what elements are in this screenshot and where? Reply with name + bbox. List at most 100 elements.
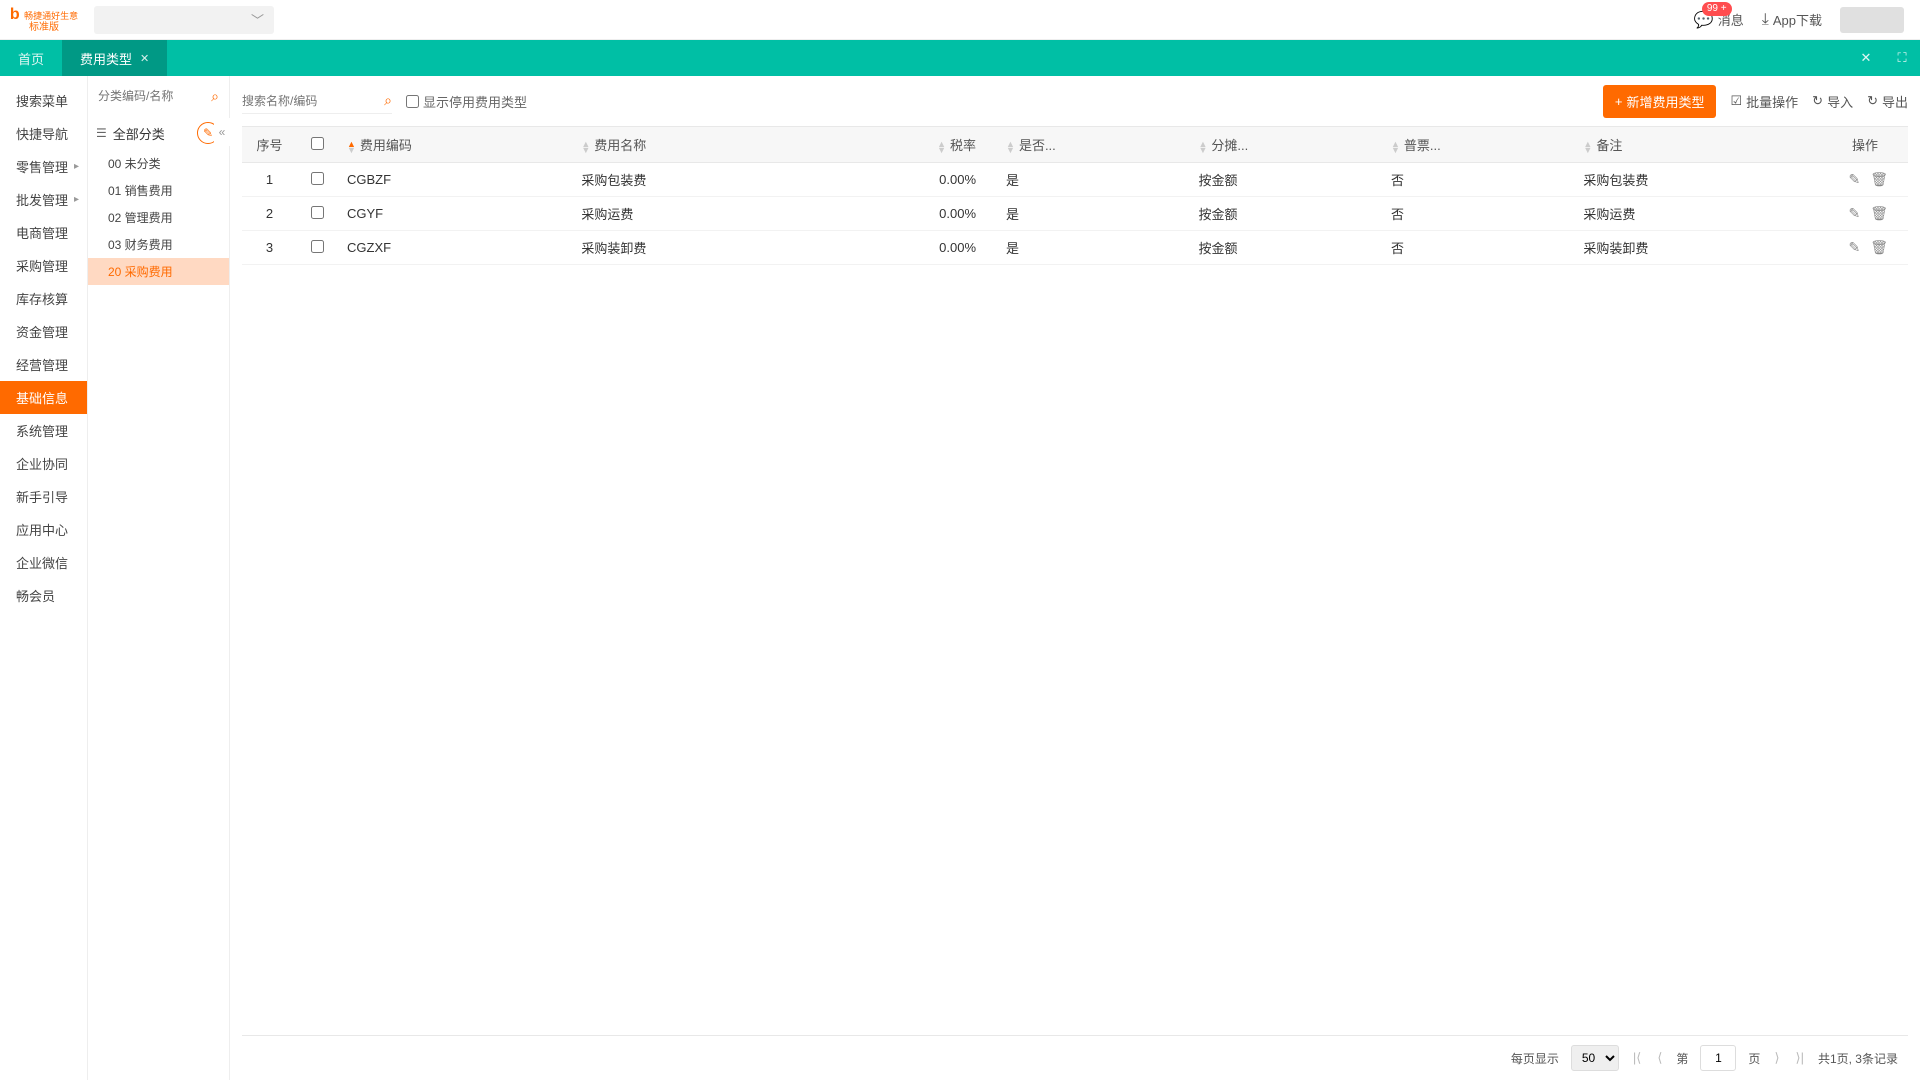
last-page-button[interactable]: ⟩| <box>1794 1050 1806 1066</box>
delete-icon[interactable]: 🗑 <box>1870 205 1888 221</box>
row-checkbox[interactable] <box>311 206 324 219</box>
show-disabled-checkbox[interactable]: 显示停用费用类型 <box>406 92 527 111</box>
nav-retail[interactable]: 零售管理▸ <box>0 150 87 183</box>
th-name[interactable]: ▲▼费用名称 <box>571 127 806 163</box>
tree-item[interactable]: 02 管理费用 <box>88 204 229 231</box>
cell-rate: 0.00% <box>806 231 996 265</box>
download-icon: ⤓ <box>1762 11 1769 29</box>
batch-ops-button[interactable]: ☑ 批量操作 <box>1730 92 1798 111</box>
th-alloc[interactable]: ▲▼分摊... <box>1188 127 1380 163</box>
prev-page-button[interactable]: ⟨ <box>1655 1050 1664 1066</box>
nav-member[interactable]: 畅会员 <box>0 579 87 612</box>
tree-item[interactable]: 00 未分类 <box>88 150 229 177</box>
page-suffix: 页 <box>1748 1050 1760 1067</box>
nav-operation[interactable]: 经营管理 <box>0 348 87 381</box>
fullscreen-button[interactable]: ⛶ <box>1884 40 1920 76</box>
nav-ecommerce[interactable]: 电商管理 <box>0 216 87 249</box>
cell-alloc: 按金额 <box>1188 197 1380 231</box>
page-input[interactable] <box>1700 1045 1736 1071</box>
messages-button[interactable]: 💬 消息 99 + <box>1694 10 1744 30</box>
nav-enterprise-coop[interactable]: 企业协同 <box>0 447 87 480</box>
cell-ops: ✎🗑 <box>1808 197 1908 231</box>
edit-icon[interactable]: ✎ <box>1848 205 1860 221</box>
tree-collapse-button[interactable]: « <box>214 118 230 146</box>
import-button[interactable]: ↻ 导入 <box>1812 92 1853 111</box>
per-page-select[interactable]: 50 <box>1571 1045 1619 1071</box>
nav-base-info[interactable]: 基础信息 <box>0 381 87 414</box>
avatar[interactable] <box>1840 7 1904 33</box>
org-selector[interactable]: ﹀ <box>94 6 274 34</box>
content: ⌕ 显示停用费用类型 + 新增费用类型 ☑ 批量操作 ↻ 导入 ↻ 导出 <box>230 76 1920 1080</box>
tab-fee-type-label: 费用类型 <box>80 49 132 68</box>
left-nav: 搜索菜单 快捷导航 零售管理▸ 批发管理▸ 电商管理 采购管理 库存核算 资金管… <box>0 76 88 1080</box>
th-index[interactable]: 序号 <box>242 127 297 163</box>
tree-search: ⌕ <box>88 76 229 116</box>
export-icon: ↻ <box>1867 93 1878 109</box>
search-input[interactable] <box>242 94 384 108</box>
row-checkbox[interactable] <box>311 240 324 253</box>
th-check[interactable] <box>297 127 337 163</box>
pagination: 每页显示 50 |⟨ ⟨ 第 页 ⟩ ⟩| 共1页, 3条记录 <box>242 1036 1908 1080</box>
tree-search-input[interactable] <box>98 89 207 103</box>
next-page-button[interactable]: ⟩ <box>1772 1050 1781 1066</box>
table-wrap: 序号 ▲▼费用编码 ▲▼费用名称 ▲▼税率 ▲▼是否... ▲▼分摊... ▲▼… <box>242 126 1908 1036</box>
tree-header: 全部分类 ✎ « <box>88 116 229 150</box>
nav-purchase[interactable]: 采购管理 <box>0 249 87 282</box>
close-icon[interactable]: ✕ <box>140 52 149 65</box>
fee-table: 序号 ▲▼费用编码 ▲▼费用名称 ▲▼税率 ▲▼是否... ▲▼分摊... ▲▼… <box>242 127 1908 265</box>
tab-fee-type[interactable]: 费用类型 ✕ <box>62 40 167 76</box>
search-icon[interactable]: ⌕ <box>384 92 392 109</box>
th-remark[interactable]: ▲▼备注 <box>1573 127 1808 163</box>
logo-icon: b 畅捷通好生意 <box>10 7 78 23</box>
th-yn[interactable]: ▲▼是否... <box>996 127 1188 163</box>
nav-wholesale[interactable]: 批发管理▸ <box>0 183 87 216</box>
batch-icon: ☑ <box>1730 93 1742 109</box>
add-fee-type-button[interactable]: + 新增费用类型 <box>1603 85 1717 118</box>
tree-item[interactable]: 03 财务费用 <box>88 231 229 258</box>
plus-icon: + <box>1615 94 1623 109</box>
tab-home[interactable]: 首页 <box>0 40 62 76</box>
nav-system[interactable]: 系统管理 <box>0 414 87 447</box>
cell-name: 采购运费 <box>571 197 806 231</box>
table-row: 1CGBZF采购包装费0.00%是按金额否采购包装费✎🗑 <box>242 163 1908 197</box>
edit-icon[interactable]: ✎ <box>1848 239 1860 255</box>
nav-inventory[interactable]: 库存核算 <box>0 282 87 315</box>
cell-code: CGBZF <box>337 163 571 197</box>
th-rate[interactable]: ▲▼税率 <box>806 127 996 163</box>
cell-ops: ✎🗑 <box>1808 163 1908 197</box>
cell-name: 采购装卸费 <box>571 231 806 265</box>
cell-remark: 采购装卸费 <box>1573 231 1808 265</box>
caret-icon: ▸ <box>74 161 79 172</box>
show-disabled-input[interactable] <box>406 95 419 108</box>
app-download-button[interactable]: ⤓ App下载 <box>1762 10 1822 29</box>
table-header-row: 序号 ▲▼费用编码 ▲▼费用名称 ▲▼税率 ▲▼是否... ▲▼分摊... ▲▼… <box>242 127 1908 163</box>
row-checkbox[interactable] <box>311 172 324 185</box>
messages-badge: 99 + <box>1702 2 1732 16</box>
select-all-checkbox[interactable] <box>311 137 324 150</box>
search-icon[interactable]: ⌕ <box>211 88 219 105</box>
nav-quick-nav[interactable]: 快捷导航 <box>0 117 87 150</box>
table-row: 2CGYF采购运费0.00%是按金额否采购运费✎🗑 <box>242 197 1908 231</box>
cell-ticket: 否 <box>1381 163 1573 197</box>
cell-index: 2 <box>242 197 297 231</box>
tree-list: 00 未分类 01 销售费用 02 管理费用 03 财务费用 20 采购费用 <box>88 150 229 1080</box>
tree-item[interactable]: 20 采购费用 <box>88 258 229 285</box>
first-page-button[interactable]: |⟨ <box>1631 1050 1643 1066</box>
tree-item[interactable]: 01 销售费用 <box>88 177 229 204</box>
th-ticket[interactable]: ▲▼普票... <box>1381 127 1573 163</box>
nav-newbie[interactable]: 新手引导 <box>0 480 87 513</box>
delete-icon[interactable]: 🗑 <box>1870 239 1888 255</box>
close-all-tabs-button[interactable]: ✕ <box>1848 40 1884 76</box>
cell-code: CGZXF <box>337 231 571 265</box>
nav-app-center[interactable]: 应用中心 <box>0 513 87 546</box>
delete-icon[interactable]: 🗑 <box>1870 171 1888 187</box>
th-code[interactable]: ▲▼费用编码 <box>337 127 571 163</box>
batch-label: 批量操作 <box>1746 92 1798 111</box>
nav-enterprise-wechat[interactable]: 企业微信 <box>0 546 87 579</box>
edit-icon[interactable]: ✎ <box>1848 171 1860 187</box>
nav-search-menu[interactable]: 搜索菜单 <box>0 84 87 117</box>
nav-funds[interactable]: 资金管理 <box>0 315 87 348</box>
tree-all-categories[interactable]: 全部分类 <box>113 124 191 143</box>
cell-rate: 0.00% <box>806 163 996 197</box>
export-button[interactable]: ↻ 导出 <box>1867 92 1908 111</box>
